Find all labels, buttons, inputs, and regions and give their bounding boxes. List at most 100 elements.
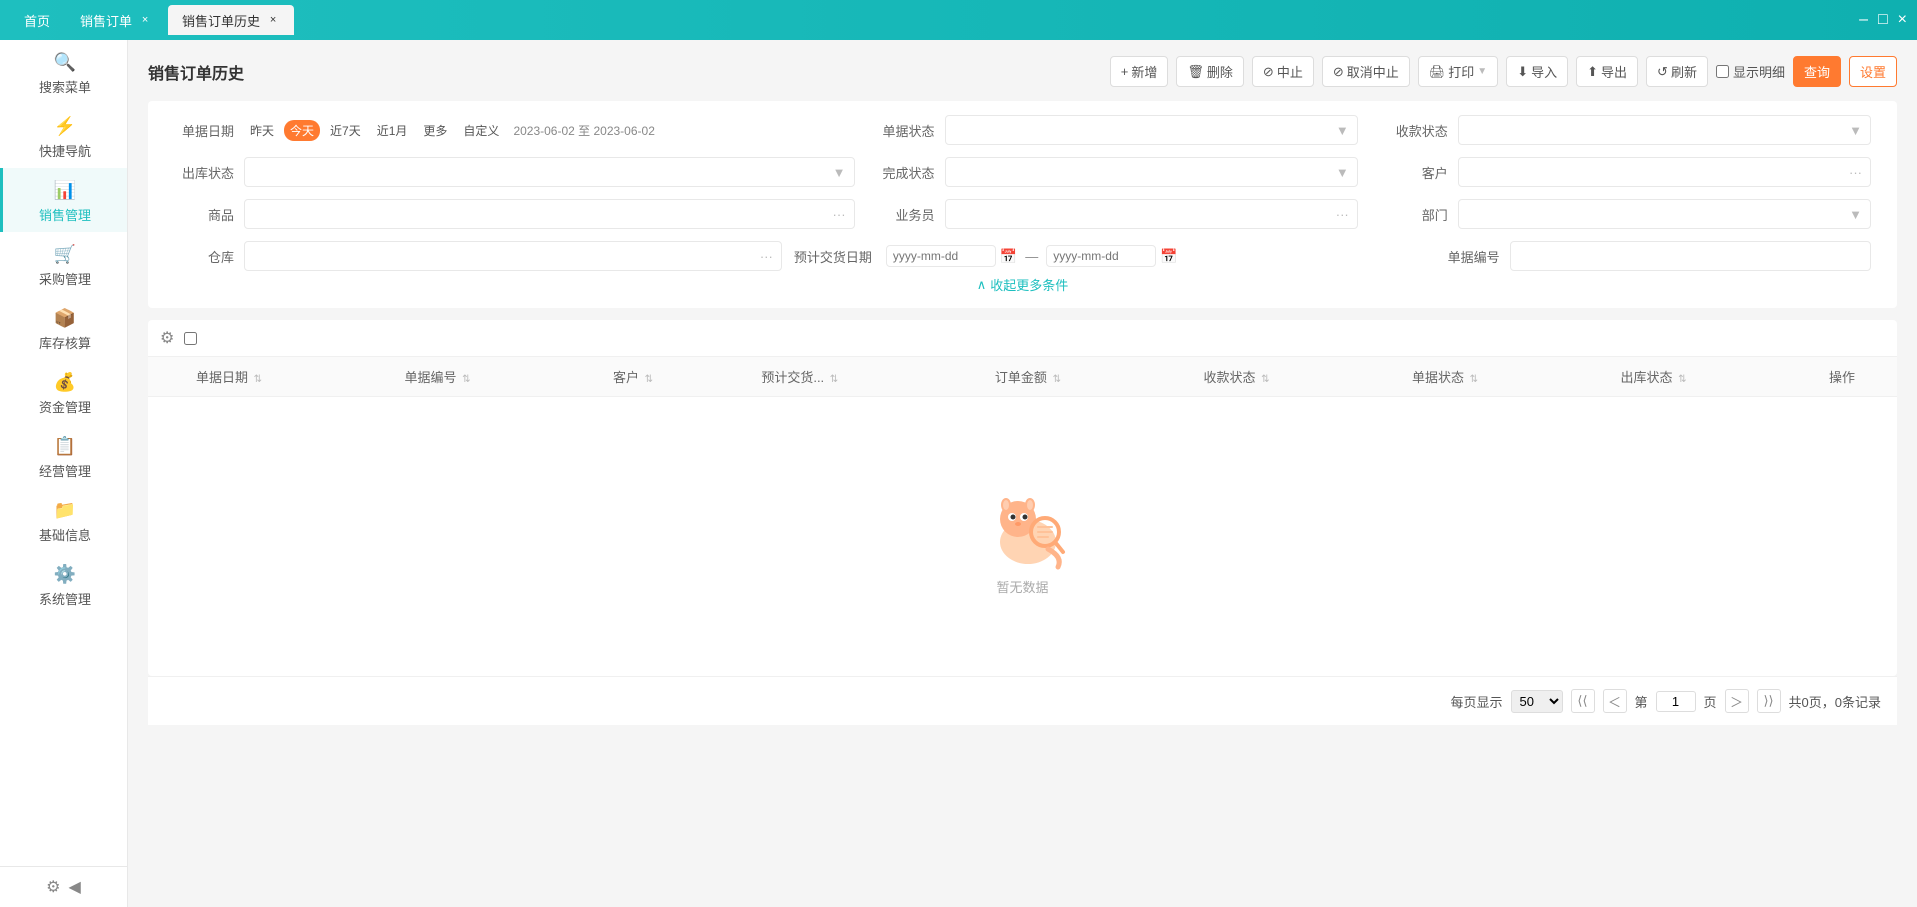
sidebar-item-search-menu[interactable]: 🔍 搜索菜单 <box>0 40 127 104</box>
th-payment-status[interactable]: 收款状态 ⇅ <box>1191 357 1400 397</box>
system-icon: ⚙️ <box>54 564 76 585</box>
bill-no-input[interactable] <box>1510 241 1871 271</box>
bill-status-select[interactable]: ▼ <box>945 115 1358 145</box>
stop-label: 中止 <box>1277 62 1303 81</box>
product-input[interactable]: ··· <box>244 199 855 229</box>
tab-home-label: 首页 <box>24 11 50 30</box>
sidebar-item-inventory[interactable]: 📦 库存核算 <box>0 296 127 360</box>
sidebar-item-purchase-mgmt[interactable]: 🛒 采购管理 <box>0 232 127 296</box>
date-7days-btn[interactable]: 近7天 <box>324 120 367 141</box>
tab-sales-order[interactable]: 销售订单 × <box>66 5 166 35</box>
next-page-btn[interactable]: ＞ <box>1725 689 1749 713</box>
settings-button[interactable]: 设置 <box>1849 56 1897 87</box>
select-all-checkbox[interactable] <box>184 332 197 345</box>
page-input[interactable] <box>1656 691 1696 712</box>
cancel-stop-button[interactable]: ⊘ 取消中止 <box>1322 56 1410 87</box>
sidebar-item-operations[interactable]: 📋 经营管理 <box>0 424 127 488</box>
sidebar-item-system[interactable]: ⚙️ 系统管理 <box>0 552 127 616</box>
product-dots[interactable]: ··· <box>833 207 846 222</box>
th-customer[interactable]: 客户 ⇅ <box>601 357 749 397</box>
last-page-btn[interactable]: ⟩⟩ <box>1757 689 1781 713</box>
sidebar-settings-icon[interactable]: ⚙ <box>46 877 60 897</box>
complete-status-select[interactable]: ▼ <box>945 157 1358 187</box>
refresh-label: 刷新 <box>1671 62 1697 81</box>
print-button[interactable]: 🖨 打印 ▼ <box>1418 56 1498 87</box>
purchase-mgmt-icon: 🛒 <box>54 244 76 265</box>
display-detail-input[interactable] <box>1716 65 1729 78</box>
payment-status-select[interactable]: ▼ <box>1458 115 1871 145</box>
delete-button[interactable]: 🗑 删除 <box>1176 56 1244 87</box>
date-yesterday-btn[interactable]: 昨天 <box>244 120 280 141</box>
sidebar-item-sales-mgmt[interactable]: 📊 销售管理 <box>0 168 127 232</box>
sidebar: 🔍 搜索菜单 ⚡ 快捷导航 📊 销售管理 🛒 采购管理 📦 库存核算 💰 资金管… <box>0 40 128 907</box>
sort-delivery-icon: ⇅ <box>830 374 838 385</box>
salesperson-dots[interactable]: ··· <box>1336 207 1349 222</box>
stop-button[interactable]: ⊘ 中止 <box>1252 56 1314 87</box>
sidebar-item-finance[interactable]: 💰 资金管理 <box>0 360 127 424</box>
page-label: 第 <box>1635 692 1648 711</box>
search-menu-icon: 🔍 <box>54 52 76 73</box>
display-detail-checkbox[interactable]: 显示明细 <box>1716 62 1785 81</box>
th-date[interactable]: 单据日期 ⇅ <box>184 357 393 397</box>
th-amount[interactable]: 订单金额 ⇅ <box>983 357 1192 397</box>
collapse-bar[interactable]: ∧ 收起更多条件 <box>164 275 1881 294</box>
out-status-label: 出库状态 <box>164 163 244 182</box>
sort-no-icon: ⇅ <box>462 374 470 385</box>
content-area: 销售订单历史 + 新增 🗑 删除 ⊘ 中止 ⊘ 取消中止 <box>128 40 1917 907</box>
sort-out-icon: ⇅ <box>1678 374 1686 385</box>
delivery-date-from[interactable] <box>886 245 996 267</box>
import-button[interactable]: ⬇ 导入 <box>1506 56 1568 87</box>
chevron-up-icon: ∧ <box>977 277 987 293</box>
payment-status-arrow: ▼ <box>1849 123 1862 138</box>
per-page-select[interactable]: 50 10 20 100 <box>1511 690 1563 713</box>
sidebar-item-base-info[interactable]: 📁 基础信息 <box>0 488 127 552</box>
export-icon: ⬆ <box>1587 64 1598 80</box>
out-status-select[interactable]: ▼ <box>244 157 855 187</box>
refresh-button[interactable]: ↺ 刷新 <box>1646 56 1708 87</box>
date-1month-btn[interactable]: 近1月 <box>371 120 414 141</box>
delivery-date-to[interactable] <box>1046 245 1156 267</box>
tab-home[interactable]: 首页 <box>10 5 64 35</box>
minimize-icon[interactable]: – <box>1859 11 1868 29</box>
sidebar-item-quick-nav[interactable]: ⚡ 快捷导航 <box>0 104 127 168</box>
sidebar-item-quick-nav-label: 快捷导航 <box>39 141 91 160</box>
calendar-to-icon[interactable]: 📅 <box>1160 248 1177 265</box>
th-bill-status[interactable]: 单据状态 ⇅ <box>1400 357 1609 397</box>
table-area: ⚙ 单据日期 ⇅ 单据编号 ⇅ <box>148 320 1897 676</box>
th-no[interactable]: 单据编号 ⇅ <box>393 357 602 397</box>
table-settings-icon[interactable]: ⚙ <box>160 328 174 348</box>
empty-text: 暂无数据 <box>996 577 1048 596</box>
calendar-from-icon[interactable]: 📅 <box>1000 248 1017 265</box>
bill-no-label: 单据编号 <box>1430 247 1510 266</box>
delete-icon: 🗑 <box>1187 64 1204 80</box>
complete-status-arrow: ▼ <box>1336 165 1349 180</box>
filter-row-1: 单据日期 昨天 今天 近7天 近1月 更多 自定义 2023-06-02 至 2… <box>164 115 1881 145</box>
tab-sales-order-history-close[interactable]: × <box>266 13 280 27</box>
close-icon[interactable]: × <box>1898 11 1907 29</box>
tab-sales-order-history[interactable]: 销售订单历史 × <box>168 5 294 35</box>
date-today-btn[interactable]: 今天 <box>284 120 320 141</box>
add-button[interactable]: + 新增 <box>1110 56 1169 87</box>
customer-dots[interactable]: ··· <box>1849 165 1862 180</box>
cancel-stop-label: 取消中止 <box>1347 62 1399 81</box>
th-delivery[interactable]: 预计交货... ⇅ <box>749 357 983 397</box>
warehouse-dots[interactable]: ··· <box>760 249 773 264</box>
sidebar-item-purchase-mgmt-label: 采购管理 <box>39 269 91 288</box>
tab-sales-order-close[interactable]: × <box>138 13 152 27</box>
bill-status-arrow: ▼ <box>1336 123 1349 138</box>
empty-state-row: 暂无数据 <box>148 397 1897 677</box>
warehouse-input[interactable]: ··· <box>244 241 782 271</box>
salesperson-input[interactable]: ··· <box>945 199 1358 229</box>
dept-select[interactable]: ▼ <box>1458 199 1871 229</box>
export-button[interactable]: ⬆ 导出 <box>1576 56 1638 87</box>
query-button[interactable]: 查询 <box>1793 56 1841 87</box>
prev-page-btn[interactable]: ＜ <box>1603 689 1627 713</box>
th-out-status[interactable]: 出库状态 ⇅ <box>1608 357 1817 397</box>
date-custom-btn[interactable]: 自定义 <box>457 120 505 141</box>
sidebar-collapse-icon[interactable]: ◀ <box>69 877 81 897</box>
maximize-icon[interactable]: □ <box>1878 11 1888 29</box>
first-page-btn[interactable]: ⟨⟨ <box>1571 689 1595 713</box>
customer-input[interactable]: ··· <box>1458 157 1871 187</box>
date-more-btn[interactable]: 更多 <box>417 120 453 141</box>
warehouse-label: 仓库 <box>164 247 244 266</box>
